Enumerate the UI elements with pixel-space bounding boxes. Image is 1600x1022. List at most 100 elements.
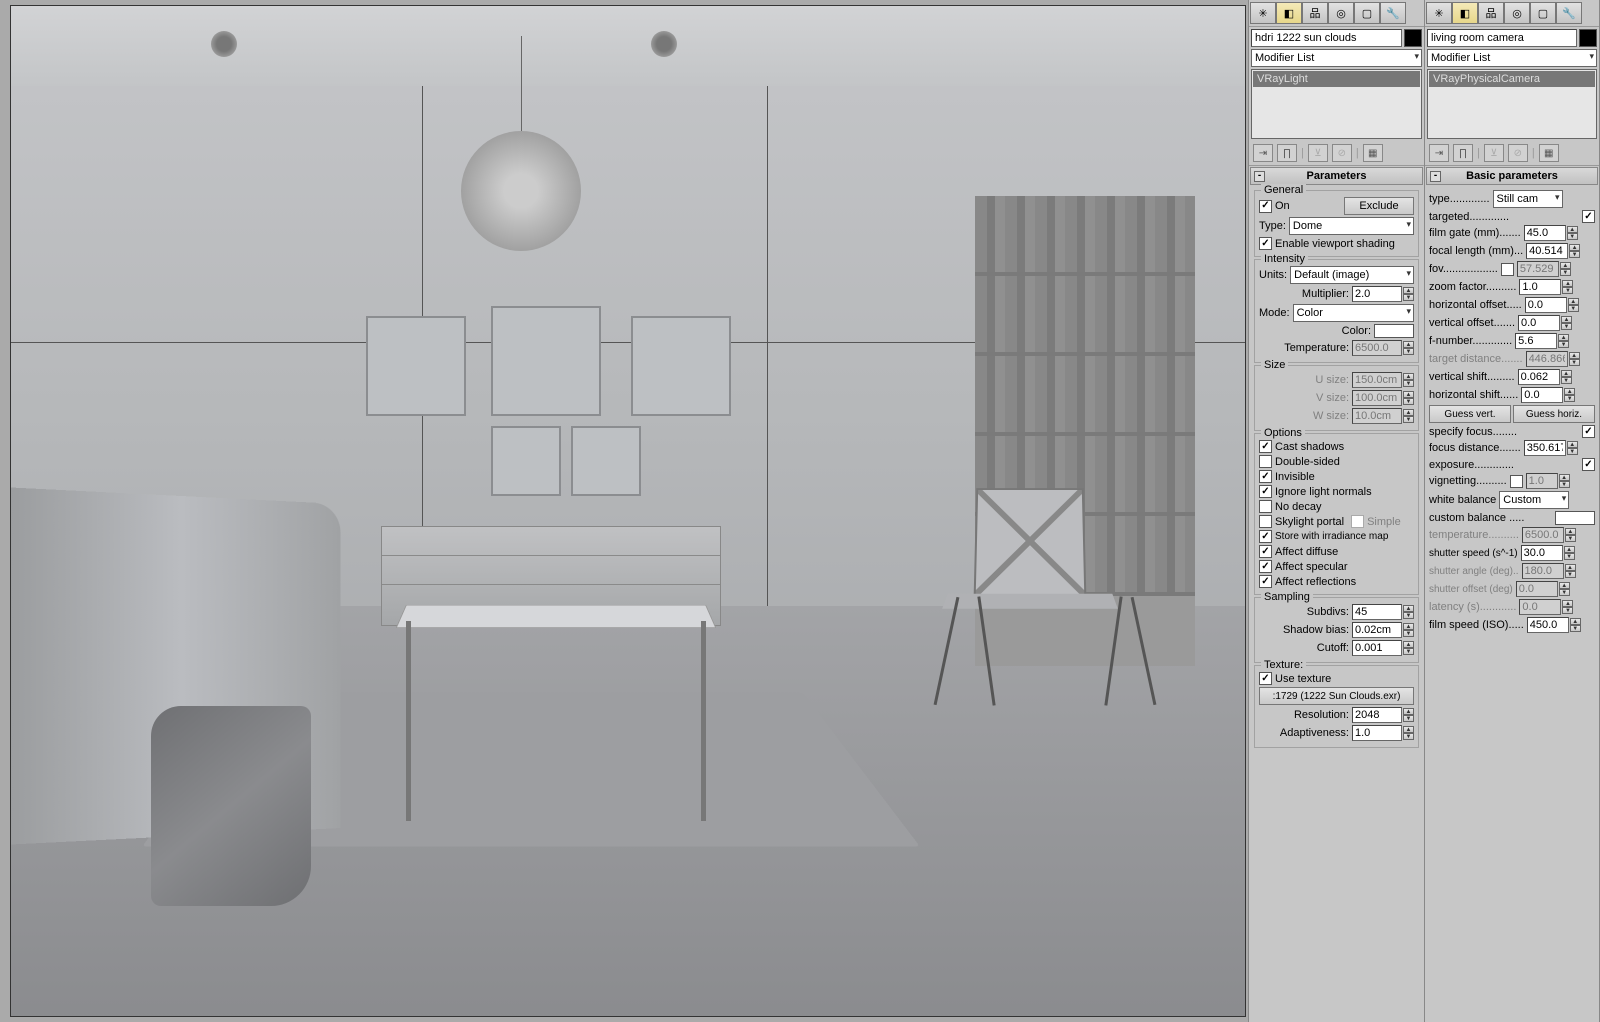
camera-stack-controls: ⇥ ∏ | ⊻ ⊘ | ▦ (1425, 141, 1599, 166)
hshift-label: horizontal shift...... (1429, 389, 1518, 401)
no-decay-checkbox[interactable] (1259, 500, 1272, 513)
ignore-normals-checkbox[interactable]: ✓ (1259, 485, 1272, 498)
spinner-down[interactable]: ▼ (1403, 294, 1414, 301)
modifier-item-vraylight[interactable]: VRayLight (1253, 71, 1420, 87)
custbal-swatch[interactable] (1555, 511, 1595, 525)
affect-specular-checkbox[interactable]: ✓ (1259, 560, 1272, 573)
subdivs-spinner[interactable] (1352, 604, 1402, 620)
affect-specular-label: Affect specular (1275, 561, 1348, 573)
viewport[interactable] (10, 5, 1246, 1017)
size-group-label: Size (1261, 359, 1288, 371)
targeted-checkbox[interactable]: ✓ (1582, 210, 1595, 223)
fov-checkbox[interactable] (1501, 263, 1514, 276)
make-unique-button[interactable]: ⊻ (1308, 144, 1328, 162)
camera-name-field[interactable] (1427, 29, 1577, 47)
double-sided-label: Double-sided (1275, 456, 1340, 468)
invisible-checkbox[interactable]: ✓ (1259, 470, 1272, 483)
utilities-tab[interactable]: 🔧 (1380, 2, 1406, 24)
focal-spinner[interactable] (1526, 243, 1568, 259)
tdist-label: target distance....... (1429, 353, 1523, 365)
use-texture-checkbox[interactable]: ✓ (1259, 672, 1272, 685)
affect-diffuse-checkbox[interactable]: ✓ (1259, 545, 1272, 558)
show-end-result-button-r[interactable]: ∏ (1453, 144, 1473, 162)
camera-rollout-scroll[interactable]: -Basic parameters type............. Stil… (1425, 166, 1599, 1022)
camtype-dropdown[interactable]: Still cam (1493, 190, 1563, 208)
tdist-spinner (1526, 351, 1568, 367)
spinner-up[interactable]: ▲ (1403, 287, 1414, 294)
show-end-result-button[interactable]: ∏ (1277, 144, 1297, 162)
wb-dropdown[interactable]: Custom (1499, 491, 1569, 509)
store-irradiance-checkbox[interactable]: ✓ (1259, 530, 1272, 543)
resolution-spinner[interactable] (1352, 707, 1402, 723)
focusdist-spinner[interactable] (1524, 440, 1566, 456)
configure-sets-button[interactable]: ▦ (1363, 144, 1383, 162)
hierarchy-tab-r[interactable]: 品 (1478, 2, 1504, 24)
rollout-scroll[interactable]: -Parameters General ✓ On Exclude Type: D… (1249, 166, 1424, 1022)
object-name-field[interactable] (1251, 29, 1402, 47)
display-tab-r[interactable]: ▢ (1530, 2, 1556, 24)
motion-tab[interactable]: ◎ (1328, 2, 1354, 24)
shutter-spinner[interactable] (1521, 545, 1563, 561)
affect-reflections-checkbox[interactable]: ✓ (1259, 575, 1272, 588)
configure-sets-button-r[interactable]: ▦ (1539, 144, 1559, 162)
type-dropdown[interactable]: Dome (1289, 217, 1414, 235)
fnumber-spinner[interactable] (1515, 333, 1557, 349)
pin-stack-button-r[interactable]: ⇥ (1429, 144, 1449, 162)
units-dropdown[interactable]: Default (image) (1290, 266, 1414, 284)
vshift-label: vertical shift......... (1429, 371, 1515, 383)
simple-label: Simple (1367, 516, 1401, 528)
camera-modifier-stack[interactable]: VRayPhysicalCamera (1427, 69, 1597, 139)
shangle-spinner (1522, 563, 1564, 579)
modifier-item-vrayphysicalcamera[interactable]: VRayPhysicalCamera (1429, 71, 1595, 87)
camera-modifier-list-label: Modifier List (1431, 52, 1490, 64)
adaptiveness-spinner[interactable] (1352, 725, 1402, 741)
pin-stack-button[interactable]: ⇥ (1253, 144, 1273, 162)
guess-vert-button[interactable]: Guess vert. (1429, 405, 1511, 423)
shadow-bias-spinner[interactable] (1352, 622, 1402, 638)
modifier-list-dropdown[interactable]: Modifier List (1251, 49, 1422, 67)
modify-tab-r[interactable]: ◧ (1452, 2, 1478, 24)
voffset-spinner[interactable] (1518, 315, 1560, 331)
vshift-spinner[interactable] (1518, 369, 1560, 385)
parameters-rollout-header[interactable]: -Parameters (1250, 167, 1423, 185)
cutoff-spinner[interactable] (1352, 640, 1402, 656)
remove-modifier-button[interactable]: ⊘ (1332, 144, 1352, 162)
hierarchy-tab[interactable]: 品 (1302, 2, 1328, 24)
utilities-tab-r[interactable]: 🔧 (1556, 2, 1582, 24)
subdivs-label: Subdivs: (1259, 606, 1349, 618)
cast-shadows-checkbox[interactable]: ✓ (1259, 440, 1272, 453)
guess-horiz-button[interactable]: Guess horiz. (1513, 405, 1595, 423)
object-color-swatch[interactable] (1404, 29, 1422, 47)
adaptiveness-label: Adaptiveness: (1259, 727, 1349, 739)
make-unique-button-r[interactable]: ⊻ (1484, 144, 1504, 162)
exclude-button[interactable]: Exclude (1344, 197, 1414, 215)
camera-color-swatch[interactable] (1579, 29, 1597, 47)
create-tab-r[interactable]: ✳ (1426, 2, 1452, 24)
camera-modifier-list-dropdown[interactable]: Modifier List (1427, 49, 1597, 67)
modify-tab[interactable]: ◧ (1276, 2, 1302, 24)
ignore-normals-label: Ignore light normals (1275, 486, 1372, 498)
filmgate-spinner[interactable] (1524, 225, 1566, 241)
create-tab[interactable]: ✳ (1250, 2, 1276, 24)
multiplier-spinner[interactable] (1352, 286, 1402, 302)
iso-spinner[interactable] (1527, 617, 1569, 633)
hshift-spinner[interactable] (1521, 387, 1563, 403)
color-swatch[interactable] (1374, 324, 1414, 338)
vignetting-checkbox[interactable] (1510, 475, 1523, 488)
viewport-shading-checkbox[interactable]: ✓ (1259, 237, 1272, 250)
remove-modifier-button-r[interactable]: ⊘ (1508, 144, 1528, 162)
double-sided-checkbox[interactable] (1259, 455, 1272, 468)
mode-dropdown[interactable]: Color (1293, 304, 1414, 322)
zoom-spinner[interactable] (1519, 279, 1561, 295)
wb-label: white balance (1429, 494, 1496, 506)
on-checkbox[interactable]: ✓ (1259, 200, 1272, 213)
texture-map-button[interactable]: :1729 (1222 Sun Clouds.exr) (1259, 687, 1414, 705)
skylight-portal-checkbox[interactable] (1259, 515, 1272, 528)
display-tab[interactable]: ▢ (1354, 2, 1380, 24)
exposure-checkbox[interactable]: ✓ (1582, 458, 1595, 471)
modifier-stack[interactable]: VRayLight (1251, 69, 1422, 139)
hoffset-spinner[interactable] (1525, 297, 1567, 313)
basic-parameters-rollout-header[interactable]: -Basic parameters (1426, 167, 1598, 185)
specfocus-checkbox[interactable]: ✓ (1582, 425, 1595, 438)
motion-tab-r[interactable]: ◎ (1504, 2, 1530, 24)
